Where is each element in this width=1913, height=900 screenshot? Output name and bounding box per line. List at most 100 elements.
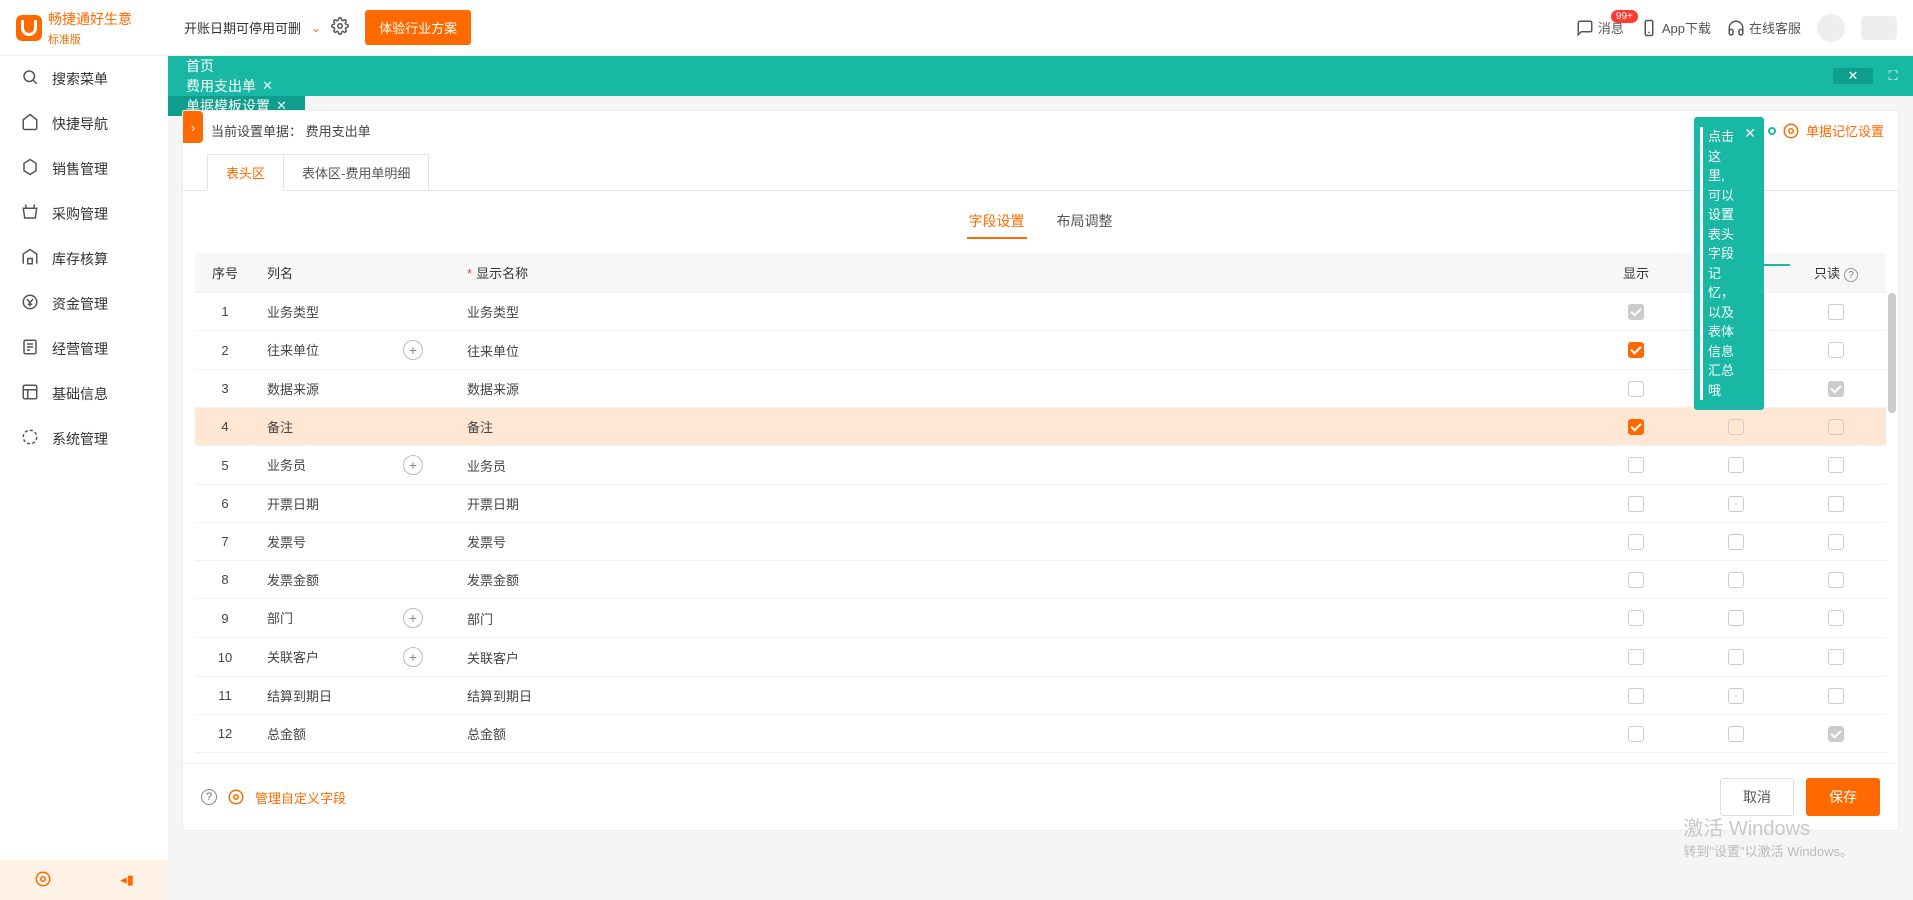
checkbox[interactable] <box>1728 688 1744 704</box>
table-row[interactable]: 2往来单位+往来单位 <box>195 331 1886 370</box>
cell-seq: 8 <box>195 561 255 599</box>
checkbox[interactable] <box>1628 572 1644 588</box>
org-switcher[interactable] <box>1861 16 1897 40</box>
checkbox[interactable] <box>1728 726 1744 742</box>
checkbox[interactable] <box>1828 534 1844 550</box>
cell-display[interactable]: 数据来源 <box>455 370 1586 408</box>
cell-required <box>1686 408 1786 446</box>
fullscreen-icon[interactable]: ⛶ <box>1873 68 1913 84</box>
sidebar-item-stock[interactable]: 库存核算 <box>0 236 168 281</box>
sidebar-item-fund[interactable]: 资金管理 <box>0 281 168 326</box>
cell-display[interactable]: 业务类型 <box>455 293 1586 331</box>
checkbox[interactable] <box>1628 342 1644 358</box>
cell-display[interactable]: 部门 <box>455 599 1586 638</box>
cell-display[interactable]: 结算到期日 <box>455 677 1586 715</box>
table-row[interactable]: 7发票号发票号 <box>195 523 1886 561</box>
settings-icon[interactable] <box>34 870 52 891</box>
checkbox[interactable] <box>1628 610 1644 626</box>
collapse-handle-icon[interactable]: › <box>183 111 203 143</box>
avatar[interactable] <box>1817 14 1845 42</box>
checkbox[interactable] <box>1728 534 1744 550</box>
checkbox[interactable] <box>1728 610 1744 626</box>
table-row[interactable]: 5业务员+业务员 <box>195 446 1886 485</box>
plus-icon[interactable]: + <box>403 340 423 360</box>
cell-display[interactable]: 发票金额 <box>455 561 1586 599</box>
memory-settings-link[interactable]: 点击这里,可以设置表头字段记忆，以及表体信息汇总哦 ✕ 单据记忆设置 <box>1768 121 1884 140</box>
checkbox[interactable] <box>1828 457 1844 473</box>
cell-display[interactable]: 业务员 <box>455 446 1586 485</box>
checkbox[interactable] <box>1828 381 1844 397</box>
checkbox[interactable] <box>1828 419 1844 435</box>
checkbox[interactable] <box>1628 688 1644 704</box>
checkbox[interactable] <box>1828 610 1844 626</box>
download-button[interactable]: App下载 <box>1640 18 1711 37</box>
section-tab[interactable]: 表体区-费用单明细 <box>284 154 429 191</box>
save-button[interactable]: 保存 <box>1806 778 1880 816</box>
custom-fields-link[interactable]: 管理自定义字段 <box>255 788 346 807</box>
scrollbar[interactable] <box>1888 293 1896 413</box>
checkbox[interactable] <box>1628 496 1644 512</box>
account-selector[interactable]: 开账日期可停用可删 ⌄ <box>184 18 321 37</box>
table-row[interactable]: 3数据来源数据来源 <box>195 370 1886 408</box>
tab-close-icon[interactable]: ✕ <box>262 78 273 94</box>
gear-icon[interactable] <box>331 17 349 38</box>
cell-display[interactable]: 发票号 <box>455 523 1586 561</box>
cell-display[interactable]: 开票日期 <box>455 485 1586 523</box>
cell-display[interactable]: 备注 <box>455 408 1586 446</box>
checkbox[interactable] <box>1828 688 1844 704</box>
sidebar-item-sys[interactable]: 系统管理 <box>0 416 168 461</box>
table-row[interactable]: 6开票日期开票日期 <box>195 485 1886 523</box>
experience-button[interactable]: 体验行业方案 <box>365 10 471 45</box>
plus-icon[interactable]: + <box>403 647 423 667</box>
checkbox[interactable] <box>1728 419 1744 435</box>
table-row[interactable]: 1业务类型业务类型 <box>195 293 1886 331</box>
plus-icon[interactable]: + <box>403 455 423 475</box>
checkbox[interactable] <box>1828 649 1844 665</box>
checkbox[interactable] <box>1628 726 1644 742</box>
sidebar-item-nav[interactable]: 快捷导航 <box>0 101 168 146</box>
checkbox[interactable] <box>1728 649 1744 665</box>
checkbox[interactable] <box>1628 381 1644 397</box>
checkbox[interactable] <box>1728 572 1744 588</box>
cancel-button[interactable]: 取消 <box>1720 778 1794 816</box>
checkbox[interactable] <box>1828 304 1844 320</box>
sidebar-item-base[interactable]: 基础信息 <box>0 371 168 416</box>
checkbox[interactable] <box>1828 496 1844 512</box>
table-row[interactable]: 8发票金额发票金额 <box>195 561 1886 599</box>
plus-icon[interactable]: + <box>403 608 423 628</box>
checkbox[interactable] <box>1828 342 1844 358</box>
tab-费用支出单[interactable]: 费用支出单✕ <box>168 76 305 96</box>
checkbox[interactable] <box>1628 419 1644 435</box>
table-row[interactable]: 12总金额总金额 <box>195 715 1886 753</box>
checkbox[interactable] <box>1828 572 1844 588</box>
checkbox[interactable] <box>1628 457 1644 473</box>
section-tab[interactable]: 表头区 <box>207 154 284 191</box>
checkbox[interactable] <box>1728 457 1744 473</box>
messages-button[interactable]: 消息 99+ <box>1576 18 1624 37</box>
service-button[interactable]: 在线客服 <box>1727 18 1801 37</box>
collapse-sidebar-icon[interactable]: ◂▮ <box>120 872 134 888</box>
cell-display[interactable]: 往来单位 <box>455 331 1586 370</box>
table-row[interactable]: 10关联客户+关联客户 <box>195 638 1886 677</box>
sidebar-item-search[interactable]: 搜索菜单 <box>0 56 168 101</box>
sidebar-item-sale[interactable]: 销售管理 <box>0 146 168 191</box>
tooltip-close-icon[interactable]: ✕ <box>1744 123 1756 144</box>
sidebar-item-biz[interactable]: 经营管理 <box>0 326 168 371</box>
table-row[interactable]: 9部门+部门 <box>195 599 1886 638</box>
table-row[interactable]: 11结算到期日结算到期日 <box>195 677 1886 715</box>
help-icon[interactable]: ? <box>201 789 217 805</box>
checkbox[interactable] <box>1828 726 1844 742</box>
checkbox[interactable] <box>1628 304 1644 320</box>
table-row[interactable]: 4备注备注 <box>195 408 1886 446</box>
inner-tab[interactable]: 字段设置 <box>967 205 1027 239</box>
checkbox[interactable] <box>1628 534 1644 550</box>
checkbox[interactable] <box>1628 649 1644 665</box>
cell-display[interactable]: 关联客户 <box>455 638 1586 677</box>
checkbox[interactable] <box>1728 496 1744 512</box>
close-all-tabs-icon[interactable]: ✕ <box>1833 68 1873 84</box>
inner-tab[interactable]: 布局调整 <box>1055 205 1115 239</box>
cell-display[interactable]: 总金额 <box>455 715 1586 753</box>
sidebar-item-purchase[interactable]: 采购管理 <box>0 191 168 236</box>
help-icon[interactable]: ? <box>1844 268 1858 282</box>
tab-首页[interactable]: 首页 <box>168 56 305 76</box>
